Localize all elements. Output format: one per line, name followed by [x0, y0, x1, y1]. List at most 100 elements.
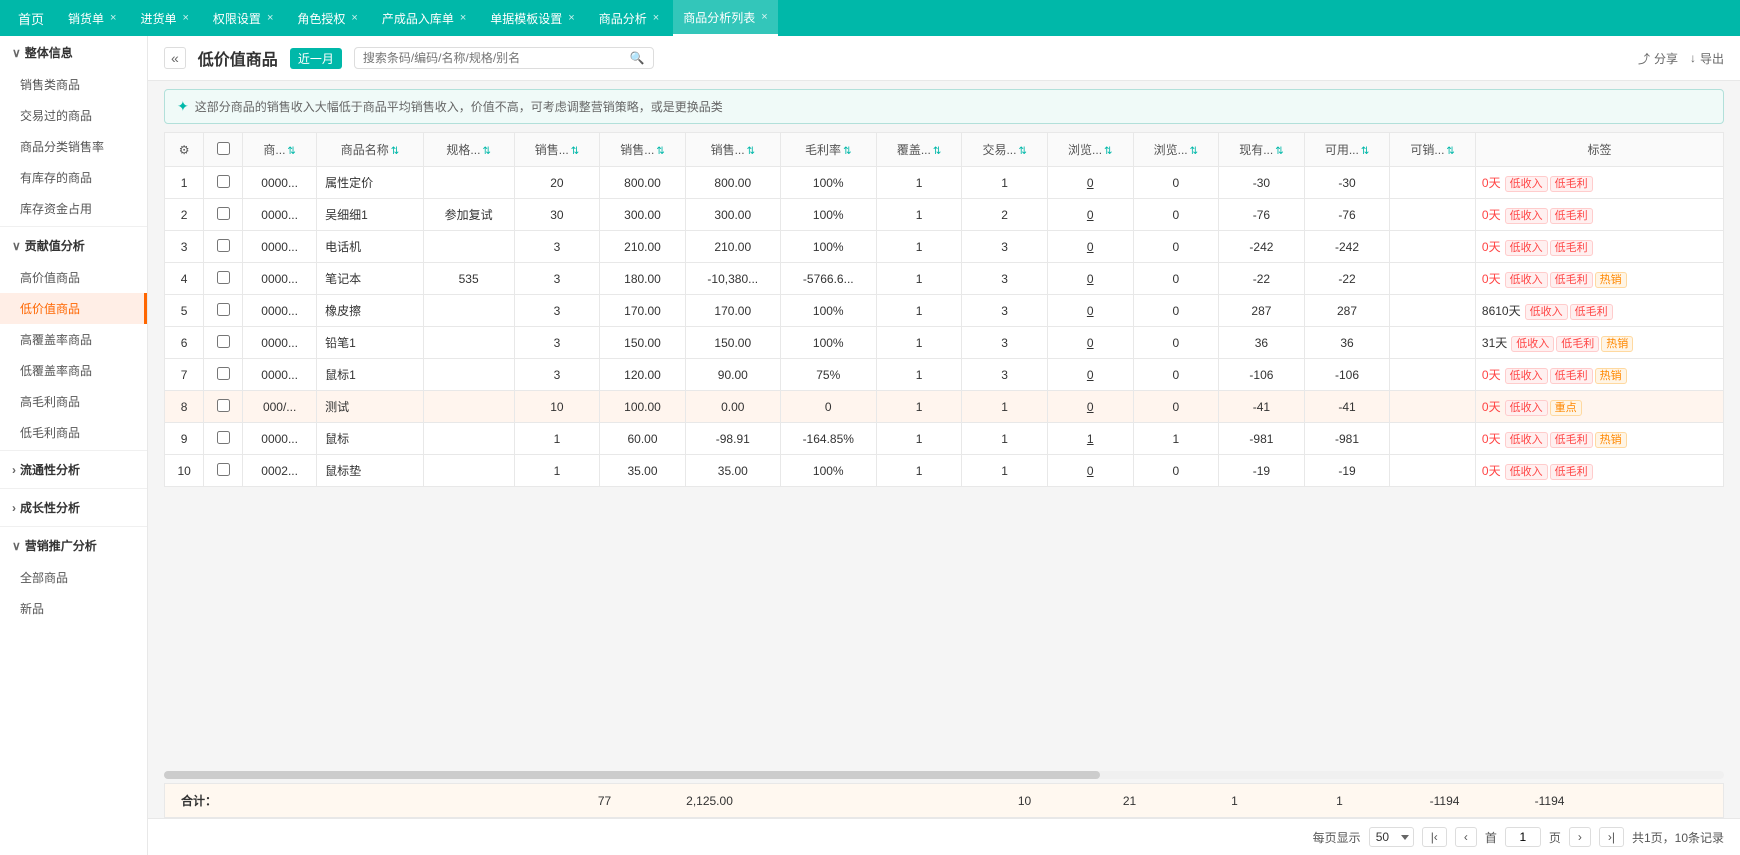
- row-checkbox[interactable]: [217, 175, 230, 188]
- nav-close-icon[interactable]: ×: [460, 12, 466, 24]
- cell-checkbox[interactable]: [204, 263, 243, 295]
- col-tags[interactable]: 标签: [1475, 133, 1723, 167]
- last-page-button[interactable]: ›|: [1599, 827, 1624, 847]
- view-link[interactable]: 0: [1087, 240, 1094, 254]
- sidebar-item-high-margin[interactable]: 高毛利商品: [0, 386, 147, 417]
- sidebar-item-low-value[interactable]: 低价值商品: [0, 293, 147, 324]
- row-checkbox[interactable]: [217, 431, 230, 444]
- col-transaction[interactable]: 交易...⇅: [962, 133, 1048, 167]
- select-all-checkbox[interactable]: [217, 142, 230, 155]
- settings-icon[interactable]: ⚙: [179, 143, 190, 157]
- sidebar-item-all-products[interactable]: 全部商品: [0, 562, 147, 593]
- row-checkbox[interactable]: [217, 207, 230, 220]
- sidebar-item-low-margin[interactable]: 低毛利商品: [0, 417, 147, 448]
- col-coverage[interactable]: 覆盖...⇅: [876, 133, 962, 167]
- table-container[interactable]: ⚙ 商...⇅ 商品名称⇅ 规格...⇅ 销售...⇅ 销售...⇅ 销售...…: [164, 132, 1724, 771]
- sidebar-item-new-products[interactable]: 新品: [0, 593, 147, 624]
- sidebar-item-inventory-funds[interactable]: 库存资金占用: [0, 193, 147, 224]
- col-code[interactable]: 商...⇅: [243, 133, 317, 167]
- col-current-stock[interactable]: 现有...⇅: [1219, 133, 1305, 167]
- col-view1[interactable]: 浏览...⇅: [1047, 133, 1133, 167]
- nav-purchase-order[interactable]: 进货单 ×: [130, 0, 198, 36]
- nav-close-icon[interactable]: ×: [267, 12, 273, 24]
- cell-checkbox[interactable]: [204, 391, 243, 423]
- nav-home[interactable]: 首页: [8, 0, 54, 36]
- cell-view1[interactable]: 0: [1047, 391, 1133, 423]
- row-checkbox[interactable]: [217, 303, 230, 316]
- view-link[interactable]: 0: [1087, 400, 1094, 414]
- share-button[interactable]: ⤴ 分享: [1638, 50, 1678, 67]
- cell-checkbox[interactable]: [204, 199, 243, 231]
- nav-template-settings[interactable]: 单据模板设置 ×: [480, 0, 584, 36]
- sidebar-item-in-stock-products[interactable]: 有库存的商品: [0, 162, 147, 193]
- nav-analysis-list[interactable]: 商品分析列表 ×: [673, 0, 777, 36]
- row-checkbox[interactable]: [217, 271, 230, 284]
- sidebar-group-contribution[interactable]: ∨ 贡献值分析: [0, 229, 147, 262]
- sidebar-item-high-value[interactable]: 高价值商品: [0, 262, 147, 293]
- col-sales-qty[interactable]: 销售...⇅: [514, 133, 600, 167]
- cell-view1[interactable]: 0: [1047, 455, 1133, 487]
- cell-checkbox[interactable]: [204, 359, 243, 391]
- sidebar-group-growth[interactable]: › 成长性分析: [0, 491, 147, 524]
- col-sellable[interactable]: 可销...⇅: [1390, 133, 1476, 167]
- sidebar-item-sales-products[interactable]: 销售类商品: [0, 69, 147, 100]
- cell-view1[interactable]: 0: [1047, 199, 1133, 231]
- nav-product-analysis[interactable]: 商品分析 ×: [589, 0, 669, 36]
- cell-checkbox[interactable]: [204, 231, 243, 263]
- col-checkbox[interactable]: [204, 133, 243, 167]
- cell-view1[interactable]: 0: [1047, 167, 1133, 199]
- cell-checkbox[interactable]: [204, 423, 243, 455]
- search-input[interactable]: [363, 51, 624, 65]
- view-link[interactable]: 0: [1087, 368, 1094, 382]
- first-page-button[interactable]: |‹: [1422, 827, 1447, 847]
- view-link[interactable]: 0: [1087, 272, 1094, 286]
- view-link[interactable]: 0: [1087, 336, 1094, 350]
- cell-checkbox[interactable]: [204, 167, 243, 199]
- row-checkbox[interactable]: [217, 239, 230, 252]
- col-settings[interactable]: ⚙: [165, 133, 204, 167]
- prev-page-button[interactable]: ‹: [1455, 827, 1477, 847]
- cell-view1[interactable]: 0: [1047, 327, 1133, 359]
- view-link[interactable]: 1: [1087, 432, 1094, 446]
- row-checkbox[interactable]: [217, 399, 230, 412]
- export-button[interactable]: ↓ 导出: [1690, 50, 1724, 67]
- cell-view1[interactable]: 0: [1047, 295, 1133, 327]
- search-box[interactable]: 🔍: [354, 47, 654, 69]
- row-checkbox[interactable]: [217, 335, 230, 348]
- cell-view1[interactable]: 0: [1047, 263, 1133, 295]
- sidebar-item-traded-products[interactable]: 交易过的商品: [0, 100, 147, 131]
- page-size-select[interactable]: 50 100 200: [1369, 827, 1414, 847]
- horizontal-scrollbar[interactable]: [164, 771, 1724, 779]
- nav-close-icon[interactable]: ×: [568, 12, 574, 24]
- col-available[interactable]: 可用...⇅: [1304, 133, 1390, 167]
- nav-roles[interactable]: 角色授权 ×: [287, 0, 367, 36]
- sidebar-item-category-sales-rate[interactable]: 商品分类销售率: [0, 131, 147, 162]
- sidebar-group-overall[interactable]: ∨ 整体信息: [0, 36, 147, 69]
- sidebar-item-low-coverage[interactable]: 低覆盖率商品: [0, 355, 147, 386]
- cell-view1[interactable]: 1: [1047, 423, 1133, 455]
- sidebar-item-high-coverage[interactable]: 高覆盖率商品: [0, 324, 147, 355]
- nav-close-icon[interactable]: ×: [653, 12, 659, 24]
- view-link[interactable]: 0: [1087, 208, 1094, 222]
- cell-checkbox[interactable]: [204, 455, 243, 487]
- view-link[interactable]: 0: [1087, 176, 1094, 190]
- filter-time-tag[interactable]: 近一月: [290, 48, 342, 69]
- cell-checkbox[interactable]: [204, 295, 243, 327]
- col-view2[interactable]: 浏览...⇅: [1133, 133, 1219, 167]
- col-margin[interactable]: 毛利率⇅: [780, 133, 876, 167]
- sidebar-group-liquidity[interactable]: › 流通性分析: [0, 453, 147, 486]
- next-page-button[interactable]: ›: [1569, 827, 1591, 847]
- nav-permissions[interactable]: 权限设置 ×: [203, 0, 283, 36]
- nav-close-icon[interactable]: ×: [761, 11, 767, 23]
- cell-checkbox[interactable]: [204, 327, 243, 359]
- col-sales-amount[interactable]: 销售...⇅: [685, 133, 780, 167]
- sidebar-group-marketing[interactable]: ∨ 营销推广分析: [0, 529, 147, 562]
- view-link[interactable]: 0: [1087, 464, 1094, 478]
- col-sales-price[interactable]: 销售...⇅: [600, 133, 686, 167]
- nav-close-icon[interactable]: ×: [110, 12, 116, 24]
- row-checkbox[interactable]: [217, 367, 230, 380]
- view-link[interactable]: 0: [1087, 304, 1094, 318]
- cell-view1[interactable]: 0: [1047, 231, 1133, 263]
- scrollbar-thumb[interactable]: [164, 771, 1100, 779]
- col-spec[interactable]: 规格...⇅: [423, 133, 514, 167]
